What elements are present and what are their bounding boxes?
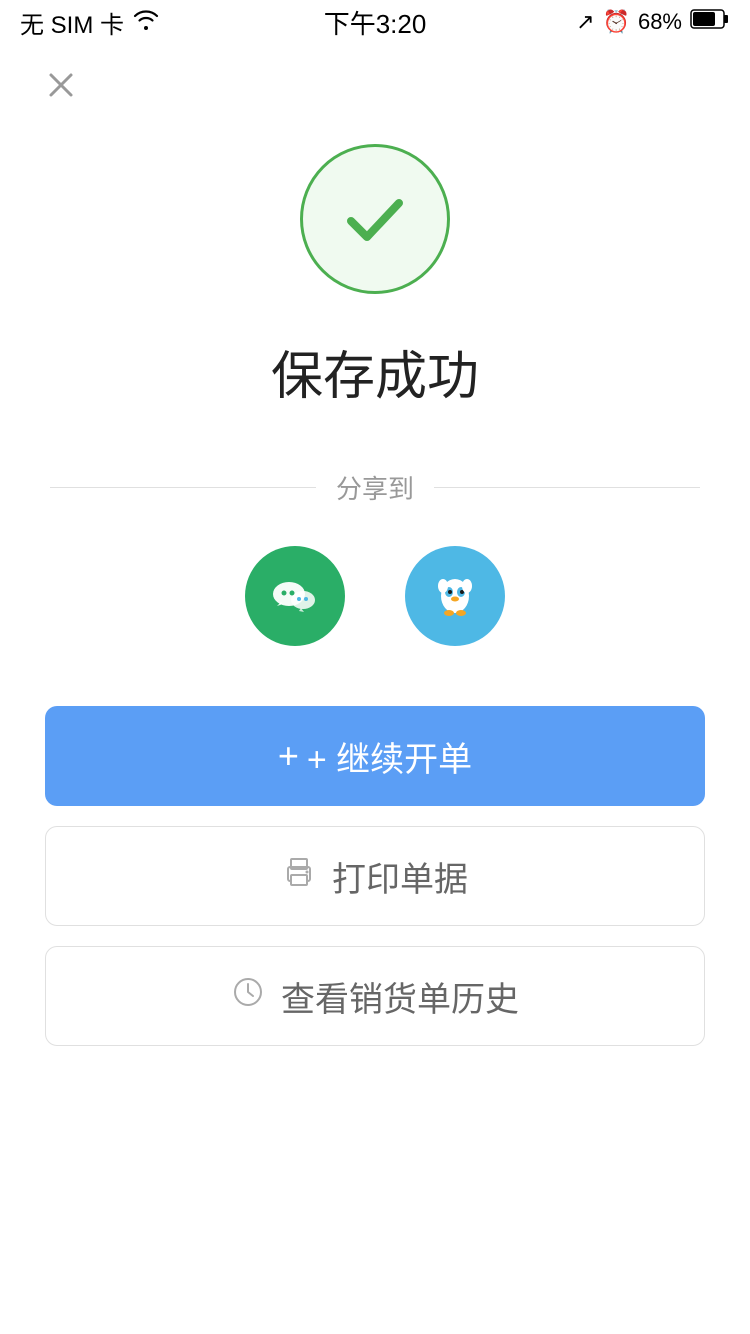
divider-line-left (50, 487, 316, 488)
qq-share-button[interactable] (405, 546, 505, 646)
continue-order-button[interactable]: + + 继续开单 (45, 706, 705, 806)
print-icon (282, 855, 316, 898)
share-section: 分享到 (0, 469, 750, 646)
success-circle (300, 144, 450, 294)
share-divider-text: 分享到 (336, 469, 414, 506)
success-title: 保存成功 (271, 334, 479, 409)
main-content: 保存成功 分享到 (0, 44, 750, 1046)
share-icons-container (245, 546, 505, 646)
history-button[interactable]: 查看销货单历史 (45, 946, 705, 1046)
print-label: 打印单据 (332, 852, 468, 901)
plus-icon: + (278, 735, 299, 777)
alarm-icon: ⏰ (603, 9, 630, 35)
status-left: 无 SIM 卡 (20, 5, 160, 40)
status-right: ↗ ⏰ 68% (576, 8, 730, 36)
wifi-icon (132, 8, 160, 37)
history-icon (231, 975, 265, 1018)
close-button[interactable] (36, 60, 86, 110)
print-button[interactable]: 打印单据 (45, 826, 705, 926)
continue-order-label: + 继续开单 (307, 732, 472, 781)
action-buttons: + + 继续开单 打印单据 查看销货单历 (45, 706, 705, 1046)
carrier-text: 无 SIM 卡 (20, 5, 124, 40)
divider-line-right (434, 487, 700, 488)
wechat-share-button[interactable] (245, 546, 345, 646)
history-label: 查看销货单历史 (281, 972, 519, 1021)
battery-text: 68% (638, 9, 682, 35)
location-icon: ↗ (576, 9, 594, 35)
battery-icon (690, 8, 730, 36)
status-bar: 无 SIM 卡 下午3:20 ↗ ⏰ 68% (0, 0, 750, 44)
share-divider: 分享到 (0, 469, 750, 506)
status-time: 下午3:20 (324, 4, 427, 41)
